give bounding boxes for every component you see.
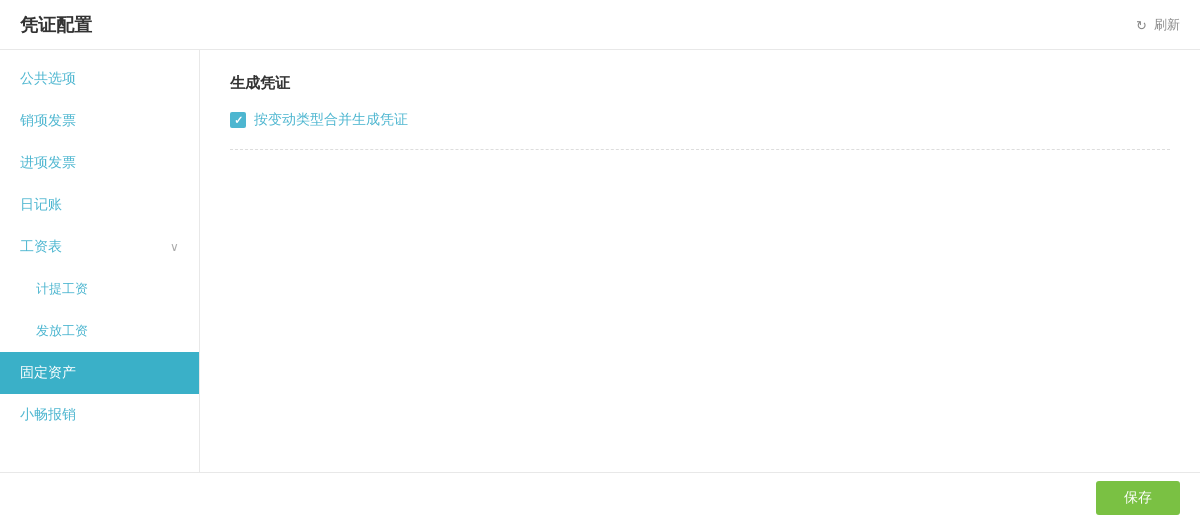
main-content: 生成凭证 按变动类型合并生成凭证	[200, 50, 1200, 472]
sidebar-item-fixed-assets[interactable]: 固定资产	[0, 352, 199, 394]
sidebar-item-purchase-invoice[interactable]: 进项发票	[0, 142, 199, 184]
sidebar-item-sales-invoice[interactable]: 销项发票	[0, 100, 199, 142]
save-button[interactable]: 保存	[1096, 481, 1180, 515]
checkbox-row: 按变动类型合并生成凭证	[230, 111, 1170, 129]
sidebar-item-calc-payroll[interactable]: 计提工资	[0, 268, 199, 310]
page-title: 凭证配置	[20, 13, 92, 37]
sidebar-item-pay-payroll[interactable]: 发放工资	[0, 310, 199, 352]
refresh-label: 刷新	[1154, 16, 1180, 34]
merge-by-type-checkbox[interactable]	[230, 112, 246, 128]
sidebar: 公共选项 销项发票 进项发票 日记账 工资表 ∨ 计提工资 发放工资 固定资	[0, 50, 200, 472]
sidebar-item-public[interactable]: 公共选项	[0, 58, 199, 100]
body: 公共选项 销项发票 进项发票 日记账 工资表 ∨ 计提工资 发放工资 固定资	[0, 50, 1200, 472]
refresh-icon: ↻	[1136, 18, 1150, 32]
page-wrapper: 凭证配置 ↻ 刷新 公共选项 销项发票 进项发票 日记账 工资表 ∨	[0, 0, 1200, 522]
sidebar-item-payroll[interactable]: 工资表 ∨	[0, 226, 199, 268]
sidebar-item-label: 发放工资	[36, 322, 88, 340]
sidebar-item-journal[interactable]: 日记账	[0, 184, 199, 226]
sidebar-item-label: 销项发票	[20, 112, 76, 130]
checkbox-label: 按变动类型合并生成凭证	[254, 111, 408, 129]
sidebar-item-label: 公共选项	[20, 70, 76, 88]
sidebar-item-label: 工资表	[20, 238, 62, 256]
sidebar-item-label: 小畅报销	[20, 406, 76, 424]
section-divider	[230, 149, 1170, 150]
sidebar-item-expense[interactable]: 小畅报销	[0, 394, 199, 436]
sidebar-item-label: 计提工资	[36, 280, 88, 298]
sidebar-item-label: 固定资产	[20, 364, 76, 382]
chevron-down-icon: ∨	[170, 240, 179, 254]
sidebar-item-label: 进项发票	[20, 154, 76, 172]
footer: 保存	[0, 472, 1200, 522]
refresh-button[interactable]: ↻ 刷新	[1136, 16, 1180, 34]
sidebar-item-label: 日记账	[20, 196, 62, 214]
header: 凭证配置 ↻ 刷新	[0, 0, 1200, 50]
section-title: 生成凭证	[230, 74, 1170, 93]
